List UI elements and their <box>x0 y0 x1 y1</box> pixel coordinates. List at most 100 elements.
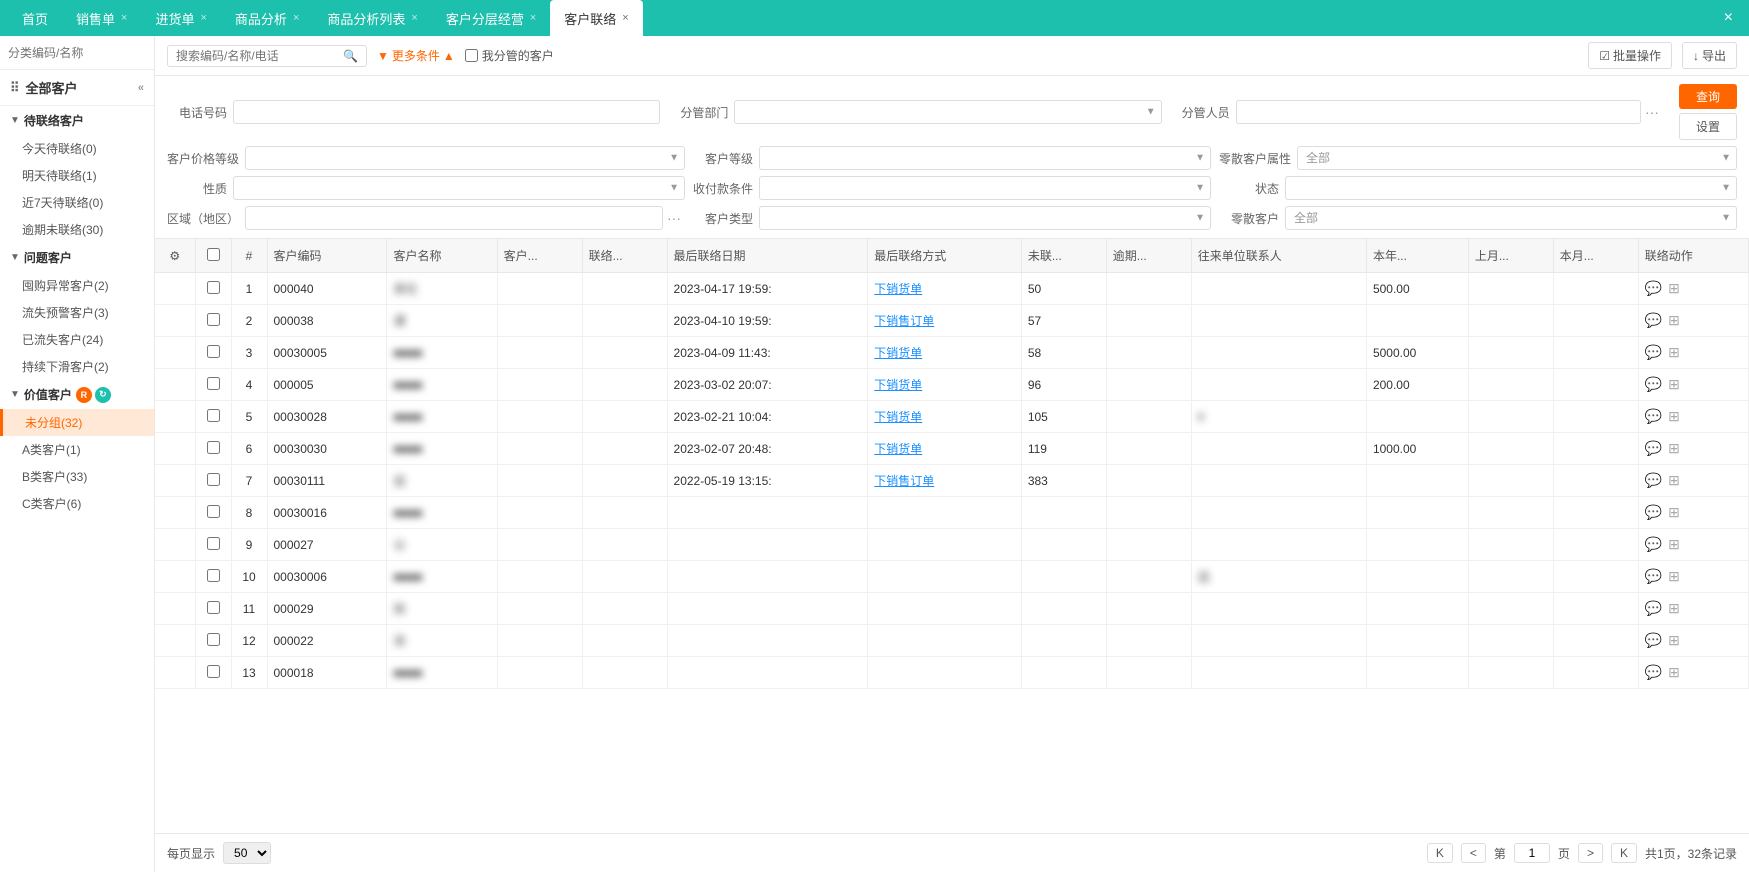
dept-select[interactable] <box>734 100 1161 124</box>
row-checkbox[interactable] <box>195 401 231 433</box>
sidebar-item-declining[interactable]: 持续下滑客户(2) <box>0 353 154 380</box>
nav-item-home[interactable]: 首页 <box>8 0 62 36</box>
sidebar-item-today[interactable]: 今天待联络(0) <box>0 135 154 162</box>
row-select-checkbox[interactable] <box>207 281 220 294</box>
row-checkbox[interactable] <box>195 337 231 369</box>
nature-select[interactable] <box>233 176 685 200</box>
col-checkbox[interactable] <box>195 239 231 273</box>
col-this-month[interactable]: 本月... <box>1553 239 1638 273</box>
sidebar-item-overdue[interactable]: 逾期未联络(30) <box>0 216 154 243</box>
grid-action-icon[interactable]: ⊞ <box>1668 504 1680 521</box>
col-this-year[interactable]: 本年... <box>1366 239 1468 273</box>
grid-action-icon[interactable]: ⊞ <box>1668 344 1680 361</box>
col-not-contacted[interactable]: 未联... <box>1021 239 1106 273</box>
last-page-btn[interactable]: K <box>1611 843 1637 863</box>
row-checkbox[interactable] <box>195 497 231 529</box>
query-btn[interactable]: 查询 <box>1679 84 1737 109</box>
row-select-checkbox[interactable] <box>207 505 220 518</box>
row-checkbox[interactable] <box>195 369 231 401</box>
customer-level-select[interactable] <box>759 146 1211 170</box>
message-icon[interactable]: 💬 <box>1645 376 1662 393</box>
message-icon[interactable]: 💬 <box>1645 536 1662 553</box>
sidebar-group-pending[interactable]: ▼ 待联络客户 <box>0 106 154 135</box>
grid-action-icon[interactable]: ⊞ <box>1668 408 1680 425</box>
region-input[interactable] <box>245 206 663 230</box>
nav-item-analysis[interactable]: 商品分析 × <box>221 0 313 36</box>
row-last-method[interactable]: 下销货单 <box>868 433 1022 465</box>
sidebar-search-input[interactable] <box>8 46 155 60</box>
row-select-checkbox[interactable] <box>207 473 220 486</box>
grid-action-icon[interactable]: ⊞ <box>1668 568 1680 585</box>
grid-action-icon[interactable]: ⊞ <box>1668 312 1680 329</box>
row-select-checkbox[interactable] <box>207 345 220 358</box>
nav-item-sales[interactable]: 销售单 × <box>62 0 141 36</box>
col-name[interactable]: 客户名称 <box>387 239 497 273</box>
sidebar-item-abnormal[interactable]: 囤购异常客户(2) <box>0 272 154 299</box>
reset-btn[interactable]: 设置 <box>1679 113 1737 140</box>
grid-action-icon[interactable]: ⊞ <box>1668 440 1680 457</box>
first-page-btn[interactable]: K <box>1427 843 1453 863</box>
col-last-date[interactable]: 最后联络日期 <box>667 239 868 273</box>
select-all-checkbox[interactable] <box>207 248 220 261</box>
sidebar-group-value[interactable]: ▼ 价值客户 R ↻ <box>0 380 154 409</box>
sidebar-item-class-c[interactable]: C类客户(6) <box>0 490 154 517</box>
message-icon[interactable]: 💬 <box>1645 280 1662 297</box>
nav-item-customer-segment[interactable]: 客户分层经营 × <box>432 0 550 36</box>
filter-my-customers[interactable]: 我分管的客户 <box>465 47 554 64</box>
nav-close-customer-contact[interactable]: × <box>622 12 628 24</box>
message-icon[interactable]: 💬 <box>1645 600 1662 617</box>
nav-window-close[interactable]: × <box>1716 9 1741 27</box>
message-icon[interactable]: 💬 <box>1645 344 1662 361</box>
sidebar-item-ungroup[interactable]: 未分组(32) <box>0 409 154 436</box>
grid-action-icon[interactable]: ⊞ <box>1668 632 1680 649</box>
row-checkbox[interactable] <box>195 561 231 593</box>
row-last-method[interactable]: 下销售订单 <box>868 465 1022 497</box>
message-icon[interactable]: 💬 <box>1645 440 1662 457</box>
nav-item-customer-contact[interactable]: 客户联络 × <box>550 0 642 36</box>
nav-close-purchase[interactable]: × <box>200 12 206 24</box>
grid-action-icon[interactable]: ⊞ <box>1668 536 1680 553</box>
col-type[interactable]: 客户... <box>497 239 582 273</box>
person-dots-btn[interactable]: ··· <box>1641 104 1663 120</box>
region-dots-btn[interactable]: ··· <box>663 210 685 226</box>
row-last-method[interactable]: 下销货单 <box>868 273 1022 305</box>
grid-action-icon[interactable]: ⊞ <box>1668 600 1680 617</box>
grid-action-icon[interactable]: ⊞ <box>1668 664 1680 681</box>
message-icon[interactable]: 💬 <box>1645 312 1662 329</box>
batch-operation-btn[interactable]: ☑ 批量操作 <box>1588 42 1672 69</box>
next-page-btn[interactable]: > <box>1578 843 1603 863</box>
col-action[interactable]: 联络动作 <box>1638 239 1748 273</box>
nav-close-sales[interactable]: × <box>121 12 127 24</box>
row-select-checkbox[interactable] <box>207 537 220 550</box>
filter-search-icon[interactable]: 🔍 <box>343 49 358 63</box>
page-size-select[interactable]: 50 <box>223 842 271 864</box>
row-checkbox[interactable] <box>195 273 231 305</box>
message-icon[interactable]: 💬 <box>1645 504 1662 521</box>
row-select-checkbox[interactable] <box>207 601 220 614</box>
col-contact[interactable]: 联络... <box>582 239 667 273</box>
nav-item-analysis-list[interactable]: 商品分析列表 × <box>313 0 431 36</box>
my-customers-checkbox[interactable] <box>465 49 478 62</box>
retail-customer-select[interactable]: 全部 <box>1285 206 1737 230</box>
col-overdue[interactable]: 逾期... <box>1106 239 1191 273</box>
grid-action-icon[interactable]: ⊞ <box>1668 472 1680 489</box>
row-select-checkbox[interactable] <box>207 377 220 390</box>
export-btn[interactable]: ↓ 导出 <box>1682 42 1737 69</box>
prev-page-btn[interactable]: < <box>1461 843 1486 863</box>
row-checkbox[interactable] <box>195 529 231 561</box>
row-select-checkbox[interactable] <box>207 409 220 422</box>
sidebar-all-customers[interactable]: ⠿ 全部客户 « <box>0 70 154 106</box>
col-settings[interactable]: ⚙ <box>155 239 195 273</box>
message-icon[interactable]: 💬 <box>1645 408 1662 425</box>
row-checkbox[interactable] <box>195 625 231 657</box>
sidebar-item-churned[interactable]: 已流失客户(24) <box>0 326 154 353</box>
grid-action-icon[interactable]: ⊞ <box>1668 376 1680 393</box>
message-icon[interactable]: 💬 <box>1645 664 1662 681</box>
row-select-checkbox[interactable] <box>207 633 220 646</box>
sidebar-item-7days[interactable]: 近7天待联络(0) <box>0 189 154 216</box>
row-checkbox[interactable] <box>195 593 231 625</box>
nav-close-customer-segment[interactable]: × <box>530 12 536 24</box>
row-last-method[interactable]: 下销货单 <box>868 401 1022 433</box>
col-last-month[interactable]: 上月... <box>1468 239 1553 273</box>
phone-input[interactable] <box>233 100 660 124</box>
